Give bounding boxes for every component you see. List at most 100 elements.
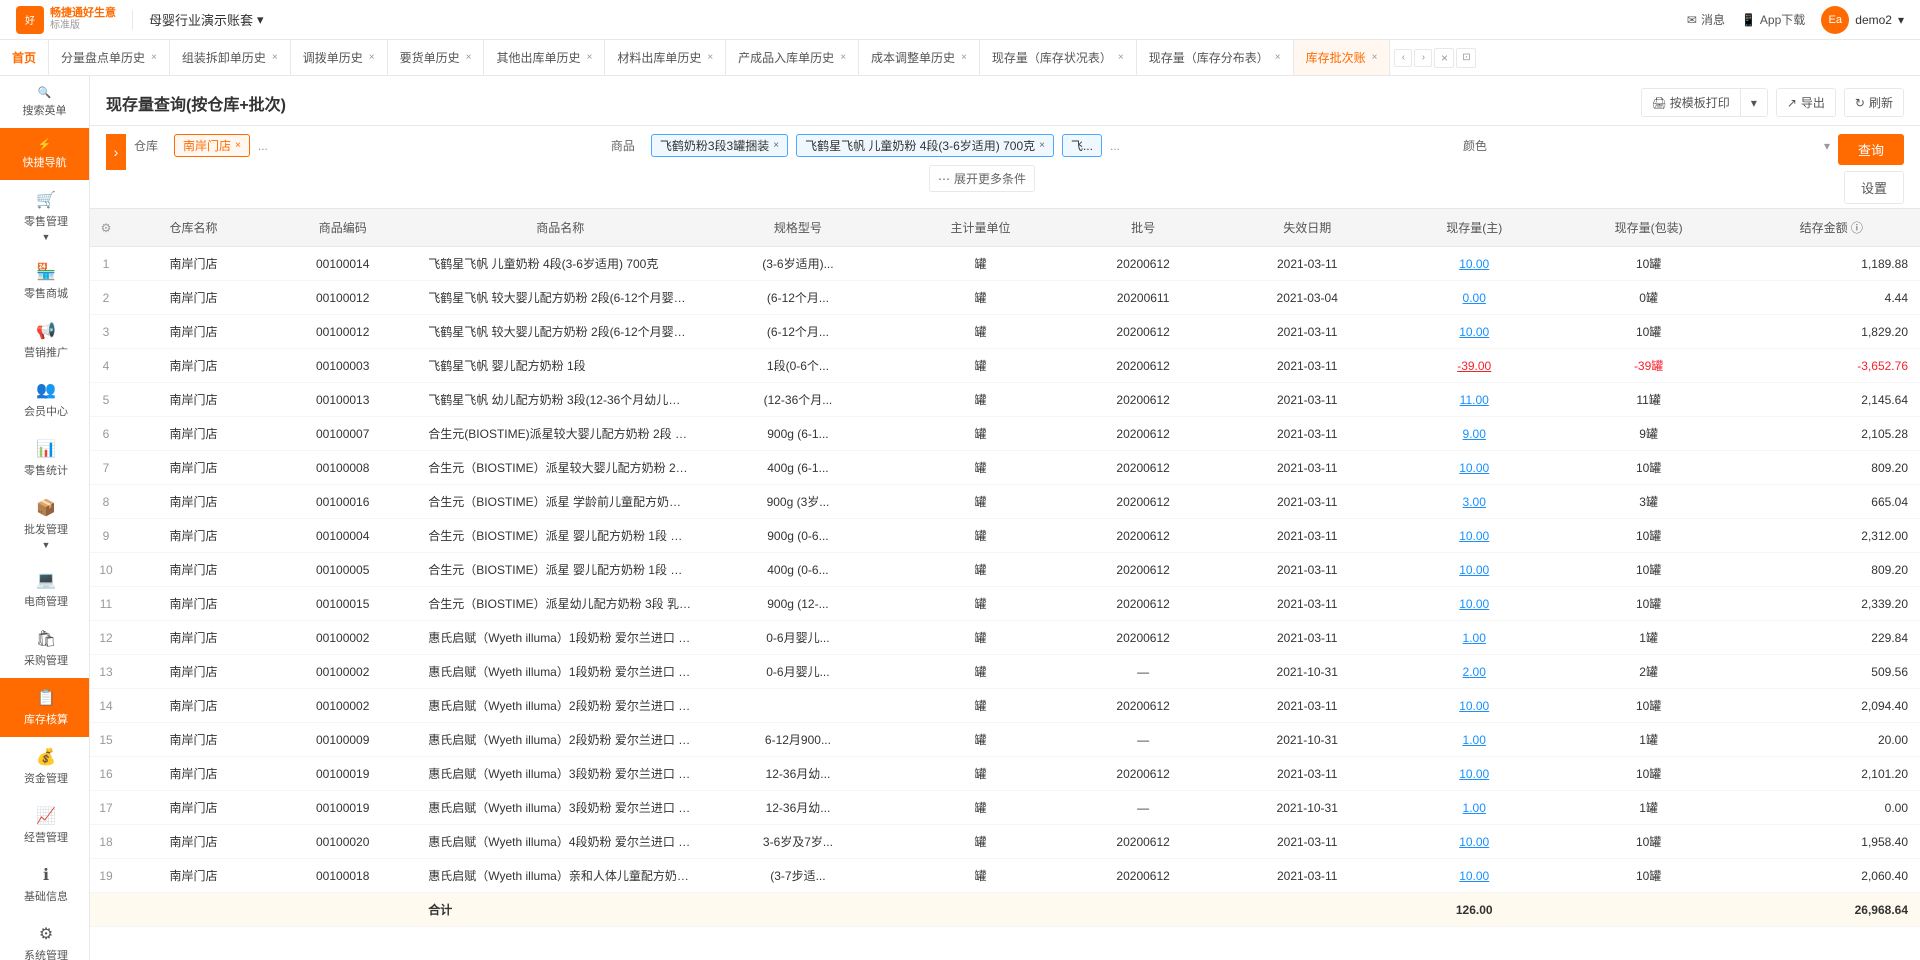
- sidebar-item-member[interactable]: 👥 会员中心: [0, 370, 89, 429]
- warehouse-filter-more[interactable]: ...: [258, 139, 268, 153]
- close-tab-kucun2[interactable]: ×: [1275, 52, 1281, 63]
- close-tab-qita[interactable]: ×: [586, 52, 592, 63]
- cell-qty-main[interactable]: 10.00: [1394, 315, 1555, 349]
- cell-qty-main[interactable]: 3.00: [1394, 485, 1555, 519]
- close-tab-yaohuo[interactable]: ×: [466, 52, 472, 63]
- cell-code: 00100014: [265, 247, 420, 281]
- cell-qty-main[interactable]: 9.00: [1394, 417, 1555, 451]
- nav-close-all[interactable]: ×: [1434, 48, 1454, 68]
- sidebar-item-retail[interactable]: 🛒 零售管理 ▼: [0, 180, 89, 252]
- sidebar-item-mall[interactable]: 🏪 零售商城: [0, 252, 89, 311]
- cell-qty-main[interactable]: 10.00: [1394, 553, 1555, 587]
- product-filter-tag2[interactable]: 飞鹤星飞帆 儿童奶粉 4段(3-6岁适用) 700克 ×: [796, 134, 1054, 157]
- tab-kucun3[interactable]: 库存批次账 ×: [1294, 40, 1391, 76]
- sidebar-item-inventory[interactable]: 📋 库存核算: [0, 678, 89, 737]
- cell-warehouse: 南岸门店: [122, 315, 265, 349]
- warehouse-filter-tag[interactable]: 南岸门店 ×: [174, 134, 250, 157]
- refresh-button[interactable]: ↻ 刷新: [1844, 88, 1904, 117]
- close-tab-kucun3[interactable]: ×: [1372, 52, 1378, 63]
- cell-qty-main[interactable]: 10.00: [1394, 247, 1555, 281]
- warehouse-filter-close[interactable]: ×: [235, 140, 241, 151]
- print-dropdown[interactable]: ▾: [1741, 91, 1767, 115]
- close-tab-cailiao[interactable]: ×: [707, 52, 713, 63]
- th-settings[interactable]: ⚙: [90, 209, 122, 247]
- sidebar-item-marketing[interactable]: 📢 营销推广: [0, 311, 89, 370]
- expand-more-btn[interactable]: ⋯ 展开更多条件: [929, 165, 1035, 192]
- sidebar-item-system[interactable]: ⚙ 系统管理: [0, 914, 89, 960]
- cell-qty-main[interactable]: 10.00: [1394, 825, 1555, 859]
- color-filter-down[interactable]: ▾: [1824, 139, 1830, 153]
- close-tab-diaob[interactable]: ×: [369, 52, 375, 63]
- nav-next[interactable]: ›: [1414, 49, 1432, 67]
- store-dropdown-icon[interactable]: ▾: [257, 12, 264, 28]
- cell-qty-main[interactable]: 1.00: [1394, 791, 1555, 825]
- tab-zuhe[interactable]: 组装拆卸单历史 ×: [170, 40, 291, 76]
- tab-qita[interactable]: 其他出库单历史 ×: [484, 40, 605, 76]
- cell-amount: -3,652.76: [1743, 349, 1920, 383]
- sidebar-item-purchase[interactable]: 🛍 采购管理: [0, 619, 89, 678]
- tab-kucun2[interactable]: 现存量（库存分布表） ×: [1137, 40, 1294, 76]
- cell-qty-main[interactable]: 0.00: [1394, 281, 1555, 315]
- nav-expand[interactable]: ⊡: [1456, 48, 1476, 68]
- cell-code: 00100019: [265, 791, 420, 825]
- tab-cailiao[interactable]: 材料出库单历史 ×: [605, 40, 726, 76]
- tab-kucun1[interactable]: 现存量（库存状况表） ×: [980, 40, 1137, 76]
- cell-code: 00100004: [265, 519, 420, 553]
- cell-qty-main[interactable]: 10.00: [1394, 859, 1555, 893]
- tab-home[interactable]: 首页: [0, 40, 49, 76]
- app-download-button[interactable]: 📱 App下载: [1741, 11, 1805, 28]
- tab-yaohuo[interactable]: 要货单历史 ×: [388, 40, 485, 76]
- sidebar-item-quicknav[interactable]: ⚡ 快捷导航: [0, 128, 89, 180]
- nav-tabs: 首页 分量盘点单历史 × 组装拆卸单历史 × 调拨单历史 × 要货单历史 × 其…: [0, 40, 1920, 76]
- tab-fenpan[interactable]: 分量盘点单历史 ×: [49, 40, 170, 76]
- column-settings-icon[interactable]: ⚙: [98, 220, 114, 236]
- cell-amount: 509.56: [1743, 655, 1920, 689]
- settings-button[interactable]: 设置: [1844, 171, 1904, 204]
- close-tab-kucun1[interactable]: ×: [1118, 52, 1124, 63]
- tab-chengpin[interactable]: 产成品入库单历史 ×: [726, 40, 859, 76]
- cell-qty-main[interactable]: 11.00: [1394, 383, 1555, 417]
- close-tab-zuhe[interactable]: ×: [272, 52, 278, 63]
- product-filter-close2[interactable]: ×: [1039, 140, 1045, 151]
- sidebar-item-wholesale[interactable]: 📦 批发管理 ▼: [0, 488, 89, 560]
- close-tab-chengben[interactable]: ×: [961, 52, 967, 63]
- tab-diaob[interactable]: 调拨单历史 ×: [291, 40, 388, 76]
- user-area[interactable]: Ea demo2 ▾: [1821, 6, 1904, 34]
- sidebar-item-stats[interactable]: 📊 零售统计: [0, 429, 89, 488]
- cell-qty-main[interactable]: 10.00: [1394, 519, 1555, 553]
- tab-chengben[interactable]: 成本调整单历史 ×: [859, 40, 980, 76]
- sidebar-item-search[interactable]: 🔍 搜索英单: [0, 76, 89, 128]
- sidebar-item-finance[interactable]: 💰 资金管理: [0, 737, 89, 796]
- export-button[interactable]: ↗ 导出: [1776, 88, 1836, 117]
- cell-qty-main[interactable]: 10.00: [1394, 451, 1555, 485]
- nav-prev[interactable]: ‹: [1394, 49, 1412, 67]
- product-filter-more[interactable]: ...: [1110, 139, 1120, 153]
- user-dropdown-icon[interactable]: ▾: [1898, 13, 1904, 27]
- cell-expire: 2021-10-31: [1221, 791, 1394, 825]
- cell-no: 10: [90, 553, 122, 587]
- product-filter-tag1[interactable]: 飞鹤奶粉3段3罐捆装 ×: [651, 134, 788, 157]
- sidebar-item-ops[interactable]: 📈 经营管理: [0, 796, 89, 855]
- store-selector[interactable]: 母婴行业演示账套 ▾: [149, 10, 264, 29]
- cell-qty-main[interactable]: 10.00: [1394, 757, 1555, 791]
- cell-amount: 0.00: [1743, 791, 1920, 825]
- content-area: 现存量查询(按仓库+批次) 🖨 按模板打印 ▾ ↗ 导出 ↻ 刷新: [90, 76, 1920, 960]
- product-filter-close1[interactable]: ×: [773, 140, 779, 151]
- retail-icon: 🛒: [36, 190, 56, 210]
- print-button[interactable]: 🖨 按模板打印: [1642, 89, 1740, 116]
- message-button[interactable]: ✉ 消息: [1687, 11, 1725, 28]
- sidebar-item-ecommerce[interactable]: 💻 电商管理: [0, 560, 89, 619]
- sidebar-item-basic[interactable]: ℹ 基础信息: [0, 855, 89, 914]
- cell-qty-main[interactable]: 1.00: [1394, 723, 1555, 757]
- close-tab-chengpin[interactable]: ×: [840, 52, 846, 63]
- filter-collapse[interactable]: ›: [106, 134, 126, 170]
- query-button[interactable]: 查询: [1838, 134, 1904, 165]
- print-icon: 🖨: [1652, 96, 1667, 110]
- cell-qty-main[interactable]: -39.00: [1394, 349, 1555, 383]
- cell-qty-main[interactable]: 10.00: [1394, 689, 1555, 723]
- cell-qty-main[interactable]: 10.00: [1394, 587, 1555, 621]
- cell-qty-main[interactable]: 1.00: [1394, 621, 1555, 655]
- close-tab-fenpan[interactable]: ×: [151, 52, 157, 63]
- product-filter-tag3[interactable]: 飞...: [1062, 134, 1102, 157]
- cell-qty-main[interactable]: 2.00: [1394, 655, 1555, 689]
